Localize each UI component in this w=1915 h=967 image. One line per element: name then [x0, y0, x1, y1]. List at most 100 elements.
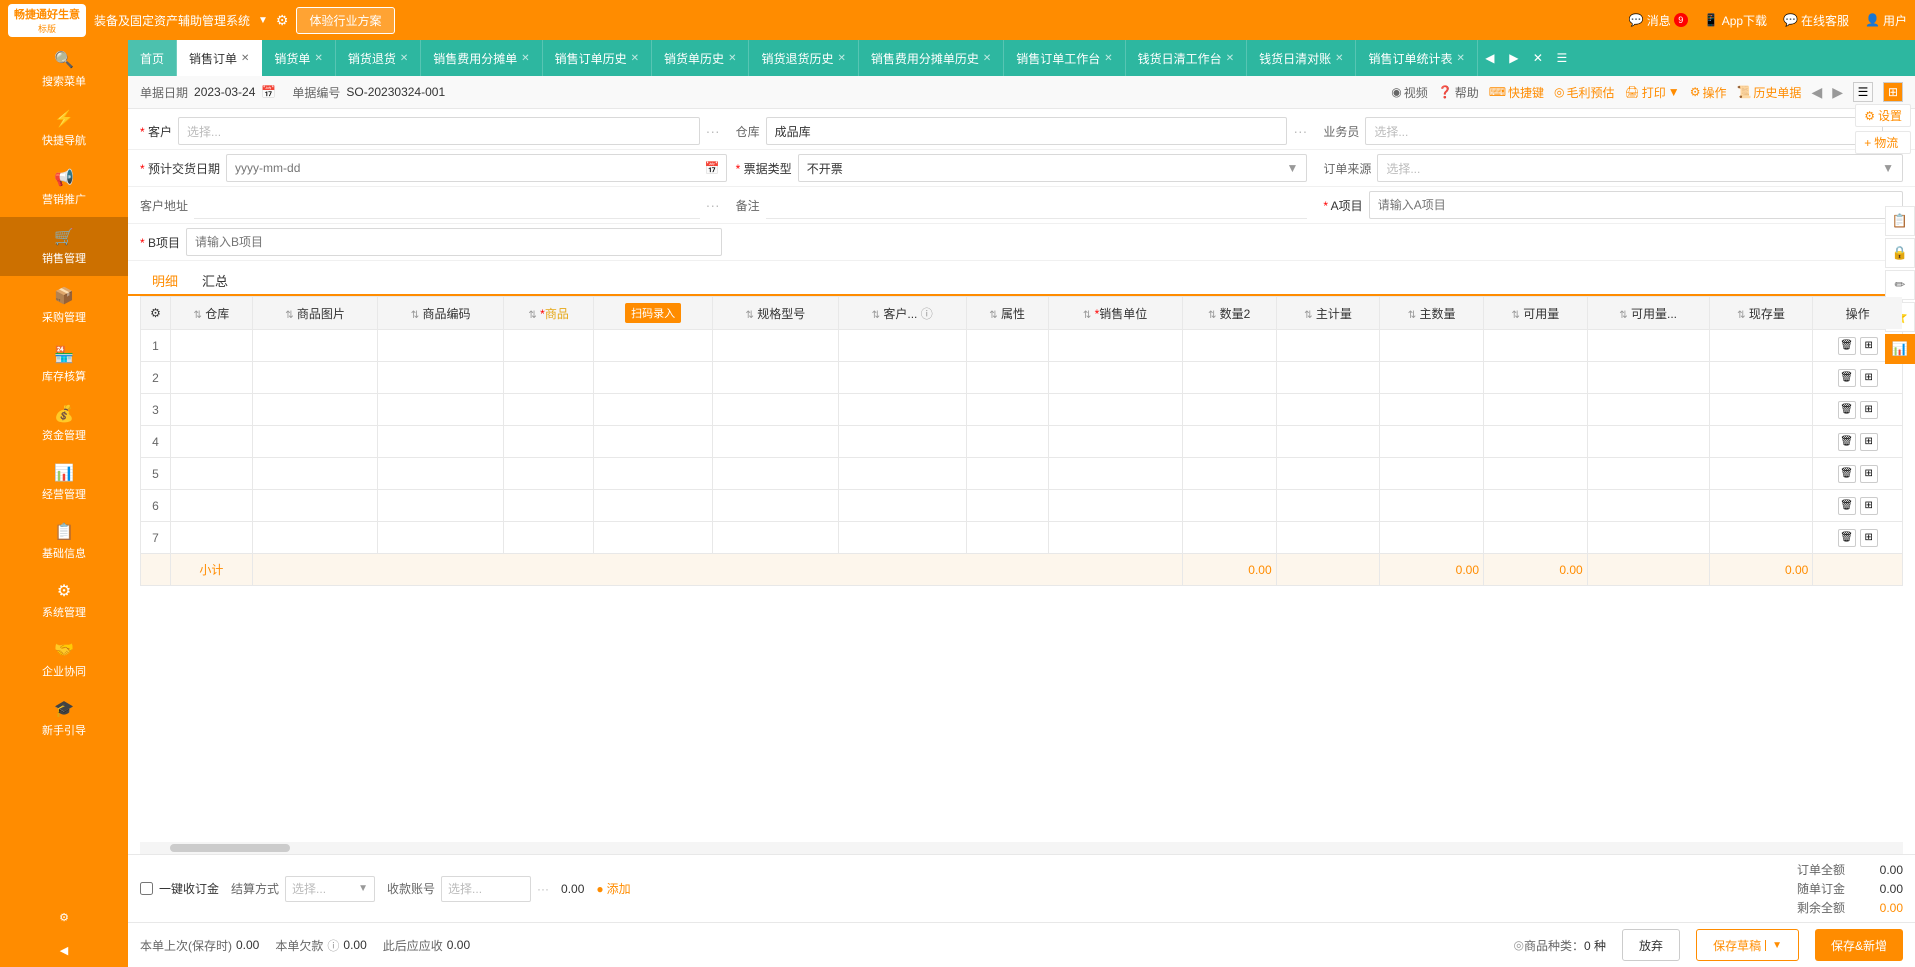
discard-btn[interactable]: 放弃: [1622, 929, 1680, 961]
system-title-dropdown-icon[interactable]: ▼: [258, 15, 268, 26]
tab-sales-goods[interactable]: 销货单 ✕: [262, 40, 335, 76]
sidebar-item-system[interactable]: ⚙ 系统管理: [0, 571, 128, 630]
col-scan[interactable]: 扫码录入: [594, 297, 713, 330]
row-copy-btn[interactable]: ⊞: [1860, 401, 1878, 419]
tab-reconcile[interactable]: 钱货日清对账 ✕: [1247, 40, 1356, 76]
save-new-btn[interactable]: 保存&新增: [1815, 929, 1903, 961]
row-copy-btn[interactable]: ⊞: [1860, 529, 1878, 547]
sidebar-settings-btn[interactable]: ⚙: [0, 901, 128, 934]
row-copy-btn[interactable]: ⊞: [1860, 337, 1878, 355]
tab-sales-order[interactable]: 销售订单 ✕: [177, 40, 262, 76]
tab-close-sales-goods[interactable]: ✕: [314, 53, 322, 64]
calendar-icon2[interactable]: 📅: [705, 161, 720, 175]
row-delete-btn[interactable]: 🗑: [1838, 497, 1856, 515]
sidebar-item-collab[interactable]: 🤝 企业协同: [0, 630, 128, 689]
col-unit[interactable]: ⇅ *销售单位: [1048, 297, 1182, 330]
tab-close-cash-workbench[interactable]: ✕: [1226, 53, 1234, 64]
table-scrollbar[interactable]: [140, 842, 1903, 854]
sidebar-item-operations[interactable]: 📊 经营管理: [0, 453, 128, 512]
row-copy-btn[interactable]: ⊞: [1860, 497, 1878, 515]
row-copy-btn[interactable]: ⊞: [1860, 433, 1878, 451]
col-image[interactable]: ⇅ 商品图片: [252, 297, 378, 330]
customer-input[interactable]: 选择...: [178, 117, 700, 145]
row-delete-btn[interactable]: 🗑: [1838, 369, 1856, 387]
invoice-type-select[interactable]: 不开票 ▼: [798, 154, 1308, 182]
row-delete-btn[interactable]: 🗑: [1838, 337, 1856, 355]
delivery-date-input[interactable]: [226, 154, 727, 182]
right-float-btn-5[interactable]: 📊: [1885, 334, 1915, 364]
sidebar-item-finance[interactable]: 💰 资金管理: [0, 394, 128, 453]
col-warehouse[interactable]: ⇅ 仓库: [171, 297, 253, 330]
settings-btn[interactable]: ⚙ 设置: [1855, 104, 1911, 127]
tab-workbench[interactable]: 销售订单工作台 ✕: [1004, 40, 1125, 76]
tab-close-stats[interactable]: ✕: [1457, 53, 1465, 64]
b-project-input[interactable]: [186, 228, 722, 256]
col-spec[interactable]: ⇅ 规格型号: [713, 297, 839, 330]
tab-close-expense-history[interactable]: ✕: [983, 53, 991, 64]
view-toggle-grid[interactable]: ⊞: [1883, 82, 1903, 102]
col-customer-info[interactable]: ⇅ 客户... ⓘ: [838, 297, 966, 330]
tab-close-all-btn[interactable]: ✕: [1526, 40, 1550, 76]
user-avatar[interactable]: 👤 用户: [1865, 12, 1907, 29]
table-row[interactable]: 7 🗑 ⊞: [141, 522, 1903, 554]
a-project-input[interactable]: [1369, 191, 1903, 219]
row-delete-btn[interactable]: 🗑: [1838, 433, 1856, 451]
tab-close-sales-order[interactable]: ✕: [241, 53, 249, 64]
sidebar-item-marketing[interactable]: 📢 营销推广: [0, 158, 128, 217]
view-toggle-list[interactable]: ☰: [1853, 82, 1873, 102]
add-btn[interactable]: ● 添加: [596, 880, 630, 897]
table-row[interactable]: 3 🗑 ⊞: [141, 394, 1903, 426]
sidebar-item-guide[interactable]: 🎓 新手引导: [0, 689, 128, 748]
payment-method-select[interactable]: 选择... ▼: [285, 876, 375, 902]
scan-input-btn[interactable]: 扫码录入: [625, 303, 681, 323]
customer-address-input[interactable]: [194, 191, 700, 219]
tab-close-expense[interactable]: ✕: [521, 53, 529, 64]
tab-close-goods-history[interactable]: ✕: [728, 53, 736, 64]
operations-action[interactable]: ⚙操作: [1690, 84, 1727, 101]
col-qty2[interactable]: ⇅ 数量2: [1182, 297, 1276, 330]
tab-close-order-history[interactable]: ✕: [631, 53, 639, 64]
account-expand-btn[interactable]: ···: [537, 882, 549, 896]
tab-expense[interactable]: 销售费用分摊单 ✕: [421, 40, 542, 76]
table-row[interactable]: 2 🗑 ⊞: [141, 362, 1903, 394]
sidebar-item-purchase[interactable]: 📦 采购管理: [0, 276, 128, 335]
col-code[interactable]: ⇅ 商品编码: [378, 297, 504, 330]
table-row[interactable]: 6 🗑 ⊞: [141, 490, 1903, 522]
tab-menu-btn[interactable]: ☰: [1550, 40, 1574, 76]
warehouse-input[interactable]: 成品库: [766, 117, 1288, 145]
calendar-icon[interactable]: 📅: [261, 85, 276, 99]
online-service[interactable]: 💬 在线客服: [1783, 12, 1849, 29]
row-delete-btn[interactable]: 🗑: [1838, 465, 1856, 483]
settings-icon[interactable]: ⚙: [276, 12, 289, 29]
profit-action[interactable]: ◎毛利预估: [1554, 84, 1615, 101]
col-attr[interactable]: ⇅ 属性: [966, 297, 1048, 330]
tab-detail[interactable]: 明细: [140, 267, 190, 296]
prev-record-btn[interactable]: ◀: [1811, 84, 1822, 101]
tab-stats[interactable]: 销售订单统计表 ✕: [1356, 40, 1477, 76]
address-expand-btn[interactable]: ···: [706, 197, 720, 213]
help-action[interactable]: ❓帮助: [1438, 84, 1479, 101]
tab-expense-history[interactable]: 销售费用分摊单历史 ✕: [859, 40, 1004, 76]
logistics-btn[interactable]: + 物流: [1855, 131, 1911, 154]
tab-cash-workbench[interactable]: 钱货日清工作台 ✕: [1126, 40, 1247, 76]
right-float-btn-2[interactable]: 🔒: [1885, 238, 1915, 268]
tab-goods-history[interactable]: 销货单历史 ✕: [652, 40, 749, 76]
col-available2[interactable]: ⇅ 可用量...: [1587, 297, 1709, 330]
table-row[interactable]: 1 🗑 ⊞: [141, 330, 1903, 362]
row-copy-btn[interactable]: ⊞: [1860, 369, 1878, 387]
sidebar-item-sales[interactable]: 🛒 销售管理: [0, 217, 128, 276]
col-main-qty[interactable]: ⇅ 主数量: [1380, 297, 1484, 330]
account-select[interactable]: 选择...: [441, 876, 531, 902]
remarks-input[interactable]: [766, 191, 1308, 219]
right-float-btn-1[interactable]: 📋: [1885, 206, 1915, 236]
tab-return-history[interactable]: 销货退货历史 ✕: [749, 40, 858, 76]
sidebar-item-base-info[interactable]: 📋 基础信息: [0, 512, 128, 571]
tab-close-workbench[interactable]: ✕: [1104, 53, 1112, 64]
sidebar-item-nav[interactable]: ⚡ 快捷导航: [0, 99, 128, 158]
history-action[interactable]: 📜历史单据: [1736, 84, 1801, 101]
right-float-btn-3[interactable]: ✏: [1885, 270, 1915, 300]
save-draft-dropdown-icon[interactable]: ▼: [1765, 940, 1782, 951]
table-row[interactable]: 4 🗑 ⊞: [141, 426, 1903, 458]
tab-next-btn[interactable]: ▶: [1502, 40, 1526, 76]
customer-expand-btn[interactable]: ···: [706, 123, 720, 139]
